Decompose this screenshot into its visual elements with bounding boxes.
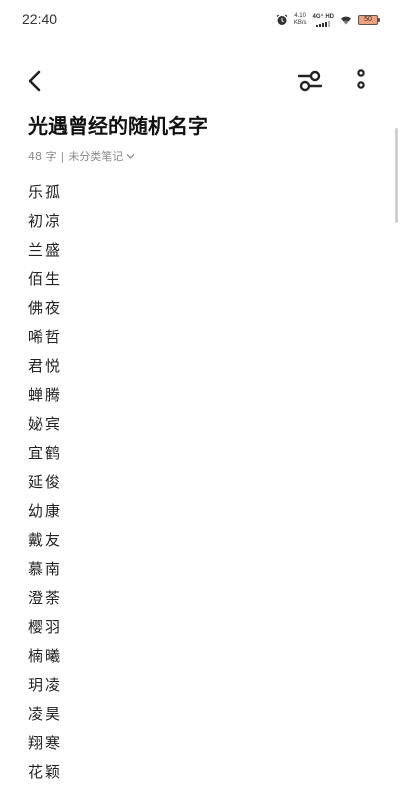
list-item: 乐孤 xyxy=(28,183,63,201)
net-speed: 4.10 KB/s xyxy=(294,13,307,27)
list-item: 蝉腾 xyxy=(28,386,63,404)
list-item: 玥凌 xyxy=(28,676,63,694)
note-meta: 48 字 | 未分类笔记 xyxy=(28,148,135,164)
scrollbar[interactable] xyxy=(395,128,398,223)
list-item: 佰生 xyxy=(28,270,63,288)
sliders-icon xyxy=(297,70,323,92)
word-count: 48 字 xyxy=(28,150,57,163)
note-title[interactable]: 光遇曾经的随机名字 xyxy=(28,110,208,139)
list-item: 佛夜 xyxy=(28,299,63,317)
list-item: 幼康 xyxy=(28,502,63,520)
list-item: 翔寒 xyxy=(28,734,63,752)
list-item: 宜鹤 xyxy=(28,444,63,462)
signal-bars-icon xyxy=(316,20,331,27)
battery-icon: 50 xyxy=(358,15,380,25)
status-time: 22:40 xyxy=(22,11,58,27)
category-label: 未分类笔记 xyxy=(68,150,124,163)
back-button[interactable] xyxy=(22,68,48,94)
more-vertical-icon xyxy=(357,69,365,89)
list-item: 戴友 xyxy=(28,531,63,549)
cellular-signal: 4G⁺ HD xyxy=(312,14,334,27)
signal-label: 4G⁺ HD xyxy=(312,13,334,20)
list-item: 澄荼 xyxy=(28,589,63,607)
category-selector[interactable]: 未分类笔记 xyxy=(68,148,135,164)
list-item: 凌昊 xyxy=(28,705,63,723)
chevron-left-icon xyxy=(28,70,41,92)
list-item: 妼宾 xyxy=(28,415,63,433)
list-item: 花颖 xyxy=(28,763,63,781)
top-toolbar xyxy=(0,60,400,100)
wifi-icon xyxy=(341,16,351,25)
net-speed-unit: KB/s xyxy=(293,20,307,26)
list-item: 楠曦 xyxy=(28,647,63,665)
list-item: 樱羽 xyxy=(28,618,63,636)
alarm-icon xyxy=(276,14,288,25)
note-body[interactable]: 乐孤 初凉 兰盛 佰生 佛夜 唏哲 君悦 蝉腾 妼宾 宜鹤 延俊 幼康 戴友 慕… xyxy=(28,178,62,787)
list-item: 兰盛 xyxy=(28,241,63,259)
list-item: 延俊 xyxy=(28,473,63,491)
net-speed-value: 4.10 xyxy=(294,13,306,19)
list-item: 君悦 xyxy=(28,357,63,375)
filter-button[interactable] xyxy=(296,68,324,94)
list-item: 唏哲 xyxy=(28,328,63,346)
status-bar: 22:40 4.10 KB/s 4G⁺ HD 50 xyxy=(0,0,400,40)
list-item: 慕南 xyxy=(28,560,63,578)
chevron-down-icon xyxy=(126,153,135,159)
more-options-button[interactable] xyxy=(350,68,372,94)
status-icons: 4.10 KB/s 4G⁺ HD 50 xyxy=(276,10,380,30)
meta-separator: | xyxy=(60,149,65,163)
list-item: 初凉 xyxy=(28,212,63,230)
